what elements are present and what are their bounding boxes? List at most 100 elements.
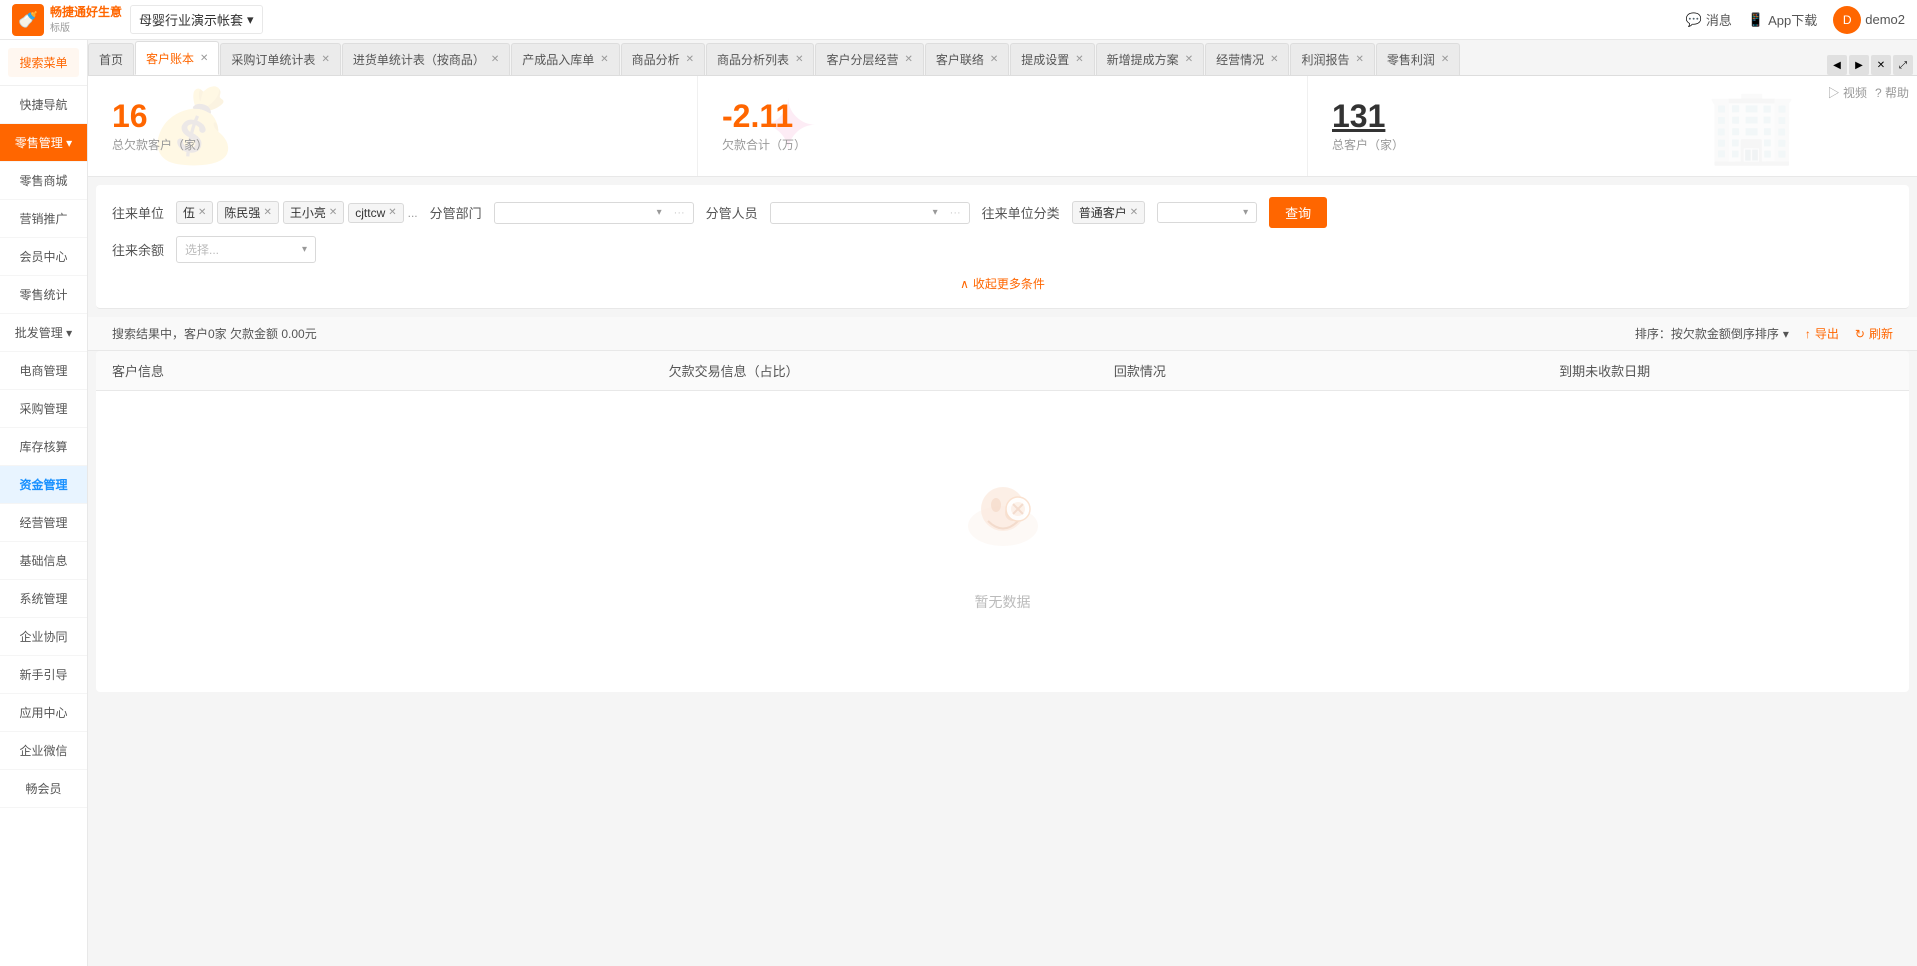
filter-tag-wu: 伍 ✕ [176, 201, 213, 224]
user-area[interactable]: D demo2 [1833, 6, 1905, 34]
dept-extra-icon: ··· [674, 207, 685, 219]
filter-tag-wang-label: 王小亮 [290, 204, 326, 221]
sidebar-item-purchase-mgmt[interactable]: 采购管理 [0, 390, 87, 428]
person-arrow-icon: ▾ [933, 207, 938, 218]
tab-customer-layer[interactable]: 客户分层经营 ✕ [815, 43, 923, 75]
workspace-selector[interactable]: 母婴行业演示帐套 ▾ [130, 5, 263, 34]
tab-customer-ledger[interactable]: 客户账本 ✕ [135, 41, 219, 75]
refresh-btn[interactable]: ↻ 刷新 [1855, 325, 1893, 342]
tab-profit-report[interactable]: 利润报告 ✕ [1290, 43, 1374, 75]
tab-profit-report-close-icon[interactable]: ✕ [1356, 54, 1364, 65]
tab-commission-settings[interactable]: 提成设置 ✕ [1010, 43, 1094, 75]
sidebar-item-operation-mgmt[interactable]: 经营管理 [0, 504, 87, 542]
col-debt-header: 欠款交易信息（占比） [669, 361, 1114, 380]
sidebar-item-marketing[interactable]: 营销推广 [0, 200, 87, 238]
filter-tag-normal-customer-label: 普通客户 [1079, 204, 1127, 221]
filter-area: 往来单位 伍 ✕ 陈民强 ✕ 王小亮 [96, 185, 1909, 309]
sidebar-item-enterprise-collab[interactable]: 企业协同 [0, 618, 87, 656]
tab-expand-btn[interactable]: ⤢ [1893, 55, 1913, 75]
collapse-label: 收起更多条件 [973, 275, 1045, 292]
tab-commission-close-icon[interactable]: ✕ [1075, 54, 1083, 65]
sidebar-item-wholesale-mgmt[interactable]: 批发管理 ▾ [0, 314, 87, 352]
filter-tag-chen: 陈民强 ✕ [217, 201, 278, 224]
tab-product-close-icon[interactable]: ✕ [600, 54, 608, 65]
sidebar-item-basic-info[interactable]: 基础信息 [0, 542, 87, 580]
tab-operation-close-icon[interactable]: ✕ [1270, 54, 1278, 65]
tab-goods-list-close-icon[interactable]: ✕ [795, 54, 803, 65]
balance-select[interactable]: 选择... ▾ [176, 236, 316, 263]
filter-tag-normal-customer-close[interactable]: ✕ [1130, 207, 1138, 218]
tab-customer-ledger-close-icon[interactable]: ✕ [200, 53, 208, 64]
query-btn[interactable]: 查询 [1269, 197, 1327, 228]
filter-tag-wang: 王小亮 ✕ [283, 201, 344, 224]
search-result-summary: 搜索结果中，客户0家 欠款金额 0.00元 [112, 325, 317, 342]
filter-tag-wu-close[interactable]: ✕ [198, 207, 206, 218]
tab-inbound-close-icon[interactable]: ✕ [491, 54, 499, 65]
message-btn[interactable]: 💬 消息 [1686, 10, 1732, 29]
tab-purchase-order-stats[interactable]: 采购订单统计表 ✕ [220, 43, 340, 75]
sidebar-item-quick-nav[interactable]: 快捷导航 [0, 86, 87, 124]
tab-retail-profit[interactable]: 零售利润 ✕ [1376, 43, 1460, 75]
sidebar-item-member-center[interactable]: 会员中心 [0, 238, 87, 276]
tab-home-label: 首页 [99, 51, 123, 68]
page-content: 💰 16 总欠款客户（家） ✦ -2.11 欠款合计（万） [88, 76, 1917, 966]
stats-row: 💰 16 总欠款客户（家） ✦ -2.11 欠款合计（万） [88, 76, 1917, 177]
sidebar-item-chang-member[interactable]: 畅会员 [0, 770, 87, 808]
tab-product-instock[interactable]: 产成品入库单 ✕ [511, 43, 619, 75]
tab-goods-analysis[interactable]: 商品分析 ✕ [621, 43, 705, 75]
sidebar-item-enterprise-wechat[interactable]: 企业微信 [0, 732, 87, 770]
tab-close-all-btn[interactable]: ✕ [1871, 55, 1891, 75]
unit-filter-label: 往来单位 [112, 203, 164, 222]
filter-tag-wang-close[interactable]: ✕ [329, 207, 337, 218]
sidebar-item-retail-mgmt[interactable]: 零售管理 ▾ [0, 124, 87, 162]
sidebar-item-app-center[interactable]: 应用中心 [0, 694, 87, 732]
tab-next-btn[interactable]: ▶ [1849, 55, 1869, 75]
dept-select[interactable]: ▾ ··· [494, 202, 694, 224]
filter-tags-unit: 伍 ✕ 陈民强 ✕ 王小亮 ✕ [176, 201, 418, 224]
sidebar-item-finance-mgmt[interactable]: 资金管理 [0, 466, 87, 504]
export-icon: ↑ [1805, 327, 1811, 341]
stat-customers-value: 16 [112, 100, 208, 132]
sidebar-item-inventory[interactable]: 库存核算 [0, 428, 87, 466]
filter-more-btn[interactable]: ... [408, 206, 418, 220]
tab-operation[interactable]: 经营情况 ✕ [1205, 43, 1289, 75]
tab-customer-layer-close-icon[interactable]: ✕ [904, 54, 912, 65]
search-menu-btn[interactable]: 搜索菜单 [8, 48, 79, 77]
video-help-btn[interactable]: ▷ 视频 [1828, 84, 1867, 101]
collapse-btn[interactable]: ∧ 收起更多条件 [112, 271, 1893, 296]
tab-retail-profit-label: 零售利润 [1387, 51, 1435, 68]
collapse-up-icon: ∧ [960, 277, 969, 291]
tab-goods-analysis-list[interactable]: 商品分析列表 ✕ [706, 43, 814, 75]
person-select[interactable]: ▾ ··· [770, 202, 970, 224]
unit-class-arrow-icon: ▾ [1243, 207, 1248, 218]
sidebar-item-retail-store[interactable]: 零售商城 [0, 162, 87, 200]
tab-purchase-close-icon[interactable]: ✕ [321, 54, 329, 65]
message-icon: 💬 [1686, 12, 1702, 28]
tab-goods-analysis-list-label: 商品分析列表 [717, 51, 789, 68]
tab-new-commission-label: 新增提成方案 [1107, 51, 1179, 68]
dept-filter-label: 分管部门 [430, 203, 482, 222]
stat-debt-info: -2.11 欠款合计（万） [722, 100, 806, 153]
sidebar-item-system-mgmt[interactable]: 系统管理 [0, 580, 87, 618]
help-btn[interactable]: ? 帮助 [1875, 84, 1909, 101]
sidebar-search-area: 搜索菜单 [0, 40, 87, 86]
tab-customer-contact[interactable]: 客户联络 ✕ [925, 43, 1009, 75]
tab-new-commission-close-icon[interactable]: ✕ [1185, 54, 1193, 65]
sidebar-item-newbie-guide[interactable]: 新手引导 [0, 656, 87, 694]
app-download-btn[interactable]: 📱 App下载 [1748, 10, 1817, 29]
unit-class-select[interactable]: ▾ [1157, 202, 1257, 223]
tab-prev-btn[interactable]: ◀ [1827, 55, 1847, 75]
tab-inbound-stats[interactable]: 进货单统计表（按商品） ✕ [342, 43, 510, 75]
tab-new-commission[interactable]: 新增提成方案 ✕ [1096, 43, 1204, 75]
tab-retail-profit-close-icon[interactable]: ✕ [1441, 54, 1449, 65]
filter-tag-wu-label: 伍 [183, 204, 195, 221]
tab-customer-contact-close-icon[interactable]: ✕ [990, 54, 998, 65]
export-btn[interactable]: ↑ 导出 [1805, 325, 1839, 342]
filter-tag-cjttcw-close[interactable]: ✕ [388, 207, 396, 218]
sidebar-item-ecommerce-mgmt[interactable]: 电商管理 [0, 352, 87, 390]
sort-select[interactable]: 排序：按欠款金额倒序排序 ▾ [1635, 325, 1789, 342]
sidebar-item-retail-stats[interactable]: 零售统计 [0, 276, 87, 314]
filter-tag-chen-close[interactable]: ✕ [263, 207, 271, 218]
tab-home[interactable]: 首页 [88, 43, 134, 75]
tab-goods-analysis-close-icon[interactable]: ✕ [686, 54, 694, 65]
